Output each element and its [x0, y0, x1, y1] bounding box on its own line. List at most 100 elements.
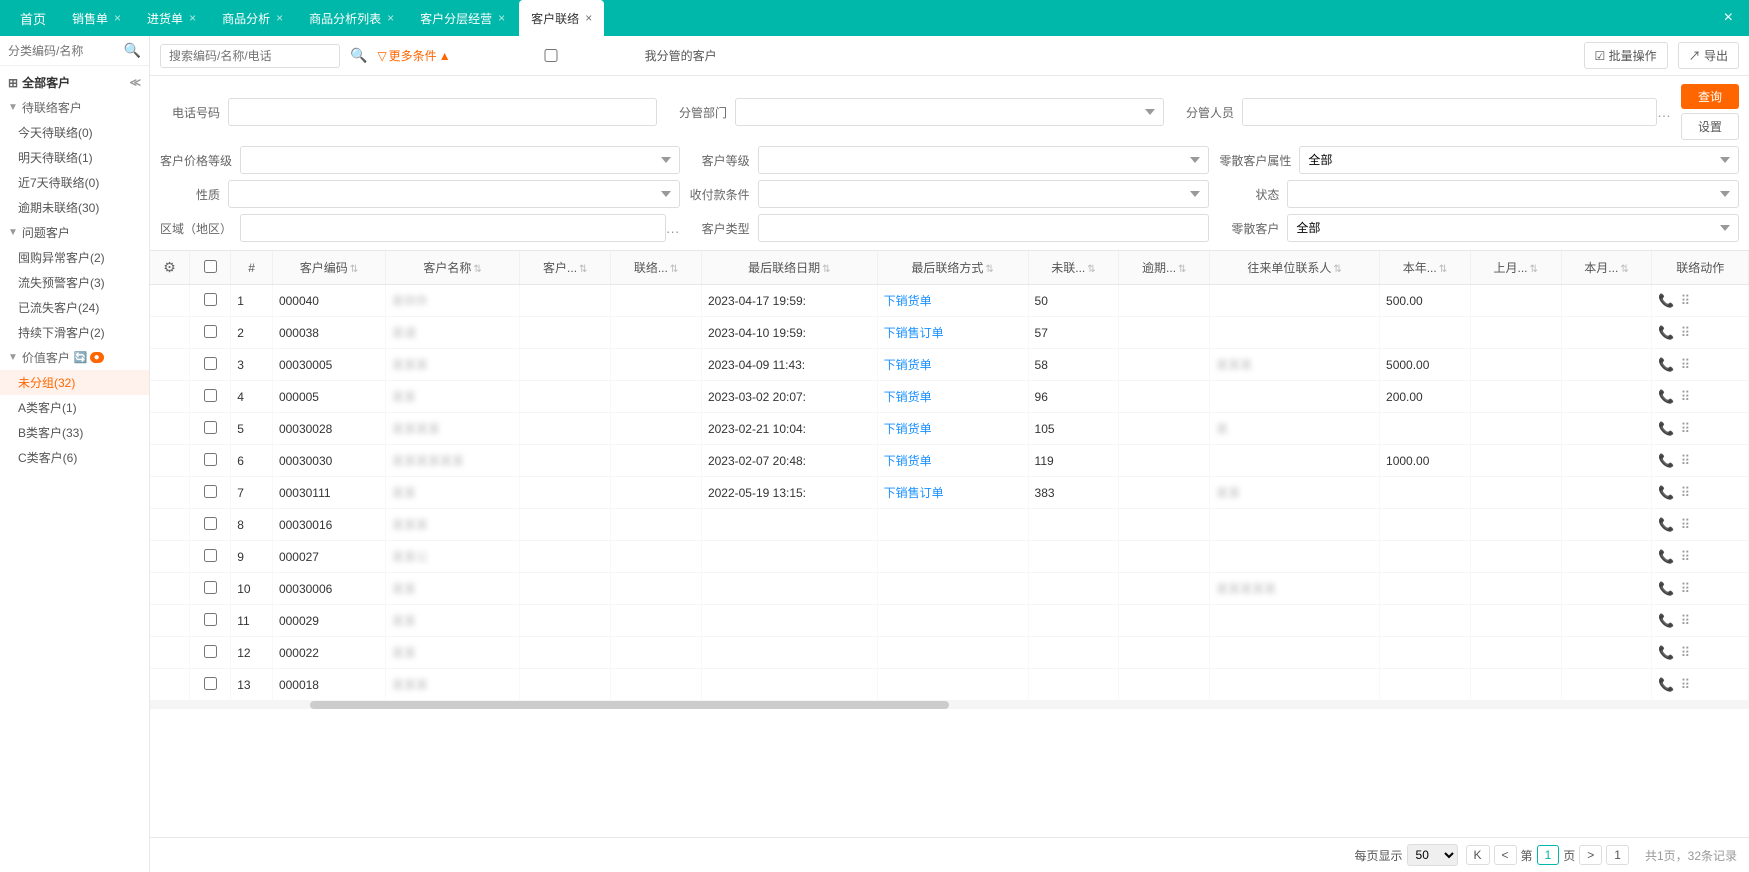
- contact-method-link[interactable]: 下销货单: [884, 358, 932, 372]
- sidebar-item-churned[interactable]: 已流失客户(24): [0, 295, 149, 320]
- more-conditions-btn[interactable]: ▽ 更多条件 ▲: [377, 47, 450, 64]
- table-scrollbar[interactable]: [150, 701, 1749, 709]
- col-no-contact-days[interactable]: 未联...⇅: [1028, 251, 1119, 285]
- sidebar-all-customers[interactable]: ⊞ 全部客户 ≪: [0, 66, 149, 95]
- col-unit-contact[interactable]: 往来单位联系人⇅: [1210, 251, 1380, 285]
- phone-icon[interactable]: 📞: [1658, 517, 1674, 533]
- first-page-btn[interactable]: K: [1466, 845, 1490, 865]
- nav-tab-product-analysis[interactable]: 商品分析 ×: [210, 0, 295, 36]
- contact-method-link[interactable]: 下销售订单: [884, 326, 944, 340]
- filter-select-dept[interactable]: [735, 98, 1164, 126]
- sidebar-collapse-btn[interactable]: ≪: [129, 76, 141, 89]
- sidebar-item-7days-pending[interactable]: 近7天待联络(0): [0, 170, 149, 195]
- col-this-year[interactable]: 本年...⇅: [1380, 251, 1471, 285]
- batch-ops-button[interactable]: ☑ 批量操作: [1584, 42, 1668, 69]
- search-input[interactable]: [160, 44, 340, 68]
- close-customer-segment-tab[interactable]: ×: [498, 11, 505, 25]
- phone-icon[interactable]: 📞: [1658, 645, 1674, 661]
- next-page-btn[interactable]: >: [1579, 845, 1602, 865]
- more-action-icon[interactable]: ⠿: [1681, 549, 1691, 565]
- col-customer-code[interactable]: 客户编码⇅: [272, 251, 385, 285]
- filter-input-cust-type[interactable]: [758, 214, 1210, 242]
- close-product-analysis-tab[interactable]: ×: [276, 11, 283, 25]
- row-checkbox[interactable]: [204, 549, 217, 562]
- close-sales-tab[interactable]: ×: [114, 11, 121, 25]
- phone-icon[interactable]: 📞: [1658, 677, 1674, 693]
- contact-method-link[interactable]: 下销货单: [884, 454, 932, 468]
- sidebar-item-declining[interactable]: 持续下滑客户(2): [0, 320, 149, 345]
- person-dots-btn[interactable]: …: [1657, 104, 1671, 120]
- col-last-contact-method[interactable]: 最后联络方式⇅: [877, 251, 1028, 285]
- phone-icon[interactable]: 📞: [1658, 293, 1674, 309]
- col-this-month[interactable]: 本月...⇅: [1561, 251, 1652, 285]
- nav-tab-product-analysis-list[interactable]: 商品分析列表 ×: [297, 0, 406, 36]
- contact-method-link[interactable]: 下销货单: [884, 422, 932, 436]
- sidebar-item-class-b[interactable]: B类客户(33): [0, 420, 149, 445]
- more-action-icon[interactable]: ⠿: [1681, 581, 1691, 597]
- close-purchase-tab[interactable]: ×: [189, 11, 196, 25]
- close-customer-contact-tab[interactable]: ×: [585, 11, 592, 25]
- phone-icon[interactable]: 📞: [1658, 613, 1674, 629]
- more-action-icon[interactable]: ⠿: [1681, 357, 1691, 373]
- row-checkbox[interactable]: [204, 677, 217, 690]
- nav-tab-purchase[interactable]: 进货单 ×: [135, 0, 208, 36]
- more-action-icon[interactable]: ⠿: [1681, 421, 1691, 437]
- settings-icon[interactable]: ⚙: [163, 259, 176, 275]
- col-customer-name[interactable]: 客户名称⇅: [385, 251, 519, 285]
- contact-method-link[interactable]: 下销货单: [884, 390, 932, 404]
- more-action-icon[interactable]: ⠿: [1681, 645, 1691, 661]
- row-checkbox[interactable]: [204, 421, 217, 434]
- sidebar-item-ungrouped[interactable]: 未分组(32): [0, 370, 149, 395]
- phone-icon[interactable]: 📞: [1658, 485, 1674, 501]
- row-checkbox[interactable]: [204, 453, 217, 466]
- row-checkbox[interactable]: [204, 485, 217, 498]
- select-all-checkbox[interactable]: [204, 260, 217, 273]
- more-action-icon[interactable]: ⠿: [1681, 389, 1691, 405]
- row-checkbox[interactable]: [204, 645, 217, 658]
- nav-tab-customer-contact[interactable]: 客户联络 ×: [519, 0, 604, 36]
- phone-icon[interactable]: 📞: [1658, 581, 1674, 597]
- prev-page-btn[interactable]: <: [1494, 845, 1517, 865]
- last-page-btn[interactable]: 1: [1606, 845, 1629, 865]
- reset-button[interactable]: 设置: [1681, 113, 1739, 140]
- refresh-icon[interactable]: 🔄: [74, 351, 88, 364]
- row-checkbox[interactable]: [204, 325, 217, 338]
- col-overdue[interactable]: 逾期...⇅: [1119, 251, 1210, 285]
- row-checkbox[interactable]: [204, 389, 217, 402]
- filter-input-region[interactable]: [240, 214, 666, 242]
- more-action-icon[interactable]: ⠿: [1681, 293, 1691, 309]
- more-action-icon[interactable]: ⠿: [1681, 325, 1691, 341]
- my-customers-checkbox[interactable]: [461, 49, 641, 62]
- phone-icon[interactable]: 📞: [1658, 325, 1674, 341]
- nav-tab-sales[interactable]: 销售单 ×: [60, 0, 133, 36]
- col-last-month[interactable]: 上月...⇅: [1470, 251, 1561, 285]
- row-checkbox[interactable]: [204, 613, 217, 626]
- phone-icon[interactable]: 📞: [1658, 453, 1674, 469]
- nav-home[interactable]: 首页: [8, 9, 58, 28]
- query-button[interactable]: 查询: [1681, 84, 1739, 109]
- filter-select-payment[interactable]: [758, 180, 1210, 208]
- sidebar-item-churn-warning[interactable]: 流失预警客户(3): [0, 270, 149, 295]
- more-action-icon[interactable]: ⠿: [1681, 613, 1691, 629]
- contact-method-link[interactable]: 下销售订单: [884, 486, 944, 500]
- sidebar-item-class-a[interactable]: A类客户(1): [0, 395, 149, 420]
- phone-icon[interactable]: 📞: [1658, 357, 1674, 373]
- more-action-icon[interactable]: ⠿: [1681, 677, 1691, 693]
- sidebar-search-icon[interactable]: 🔍: [124, 42, 141, 59]
- my-customers-filter[interactable]: 我分管的客户: [461, 47, 717, 64]
- row-checkbox[interactable]: [204, 357, 217, 370]
- sidebar-item-tomorrow-pending[interactable]: 明天待联络(1): [0, 145, 149, 170]
- sidebar-group-problem-customers[interactable]: ▼ 问题客户: [0, 220, 149, 245]
- sidebar-item-class-c[interactable]: C类客户(6): [0, 445, 149, 470]
- col-last-contact-date[interactable]: 最后联络日期⇅: [701, 251, 877, 285]
- page-size-select[interactable]: 50 20 100: [1407, 844, 1458, 866]
- row-checkbox[interactable]: [204, 581, 217, 594]
- sidebar-item-hoarding[interactable]: 囤购异常客户(2): [0, 245, 149, 270]
- filter-select-status[interactable]: [1287, 180, 1739, 208]
- more-action-icon[interactable]: ⠿: [1681, 517, 1691, 533]
- phone-icon[interactable]: 📞: [1658, 421, 1674, 437]
- more-action-icon[interactable]: ⠿: [1681, 453, 1691, 469]
- filter-select-nature[interactable]: [228, 180, 680, 208]
- search-button[interactable]: 🔍: [350, 47, 367, 64]
- filter-select-retail-attr[interactable]: 全部: [1299, 146, 1739, 174]
